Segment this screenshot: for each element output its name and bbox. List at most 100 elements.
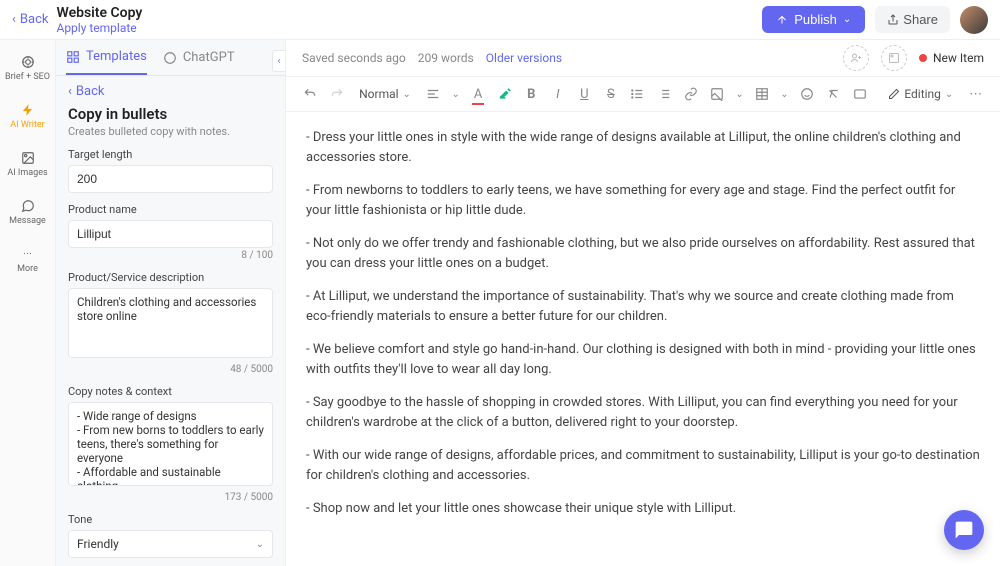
chevron-down-icon: ⌄ — [403, 89, 411, 100]
rail-ai-images[interactable]: AI Images — [4, 144, 52, 184]
chevron-left-icon: ‹ — [12, 12, 16, 27]
clear-format-button[interactable] — [825, 85, 842, 103]
tab-templates[interactable]: Templates — [66, 40, 147, 75]
notes-counter: 173 / 5000 — [68, 492, 273, 503]
tab-label: ChatGPT — [183, 50, 235, 65]
panel-tabs: Templates ChatGPT — [56, 40, 285, 76]
align-button[interactable] — [425, 85, 442, 103]
description-counter: 48 / 5000 — [68, 364, 273, 375]
editor: Saved seconds ago 209 words Older versio… — [286, 40, 1000, 566]
image-icon — [20, 150, 36, 166]
rail-label: Brief + SEO — [5, 72, 50, 82]
pencil-icon — [888, 88, 900, 100]
chevron-left-icon: ‹ — [68, 84, 72, 99]
bullet-line: - We believe comfort and style go hand-i… — [306, 340, 980, 379]
word-count: 209 words — [418, 51, 474, 65]
bullet-line: - At Lilliput, we understand the importa… — [306, 287, 980, 326]
more-icon: ⋯ — [20, 246, 36, 262]
product-name-input[interactable] — [68, 220, 273, 248]
target-length-input[interactable] — [68, 165, 273, 193]
rail-message[interactable]: Message — [4, 192, 52, 232]
bullet-list-button[interactable] — [629, 85, 646, 103]
chevron-down-icon: ⌄ — [843, 14, 851, 25]
image-insert-button[interactable] — [709, 85, 726, 103]
rail-brief-seo[interactable]: Brief + SEO — [4, 48, 52, 88]
rail-ai-writer[interactable]: AI Writer — [4, 96, 52, 136]
sparkle-icon — [163, 51, 177, 65]
add-collaborator-button[interactable] — [843, 45, 869, 71]
red-dot-icon — [919, 54, 927, 62]
publish-label: Publish — [794, 12, 837, 27]
editor-statusbar-right: New Item — [843, 45, 984, 71]
share-label: Share — [903, 12, 938, 27]
style-label: Normal — [359, 87, 398, 101]
help-chat-button[interactable] — [944, 510, 984, 550]
upload-icon — [776, 14, 788, 26]
left-rail: Brief + SEO AI Writer AI Images Message … — [0, 40, 56, 566]
link-button[interactable] — [682, 85, 699, 103]
bullet-line: - Shop now and let your little ones show… — [306, 499, 980, 519]
share-button[interactable]: Share — [875, 6, 950, 33]
table-button[interactable] — [754, 85, 771, 103]
notes-label: Copy notes & context — [68, 385, 273, 398]
chevron-down-icon: ⌄ — [256, 539, 264, 550]
notes-textarea[interactable] — [68, 402, 273, 486]
highlight-button[interactable] — [496, 85, 513, 103]
description-label: Product/Service description — [68, 271, 273, 284]
tab-label: Templates — [86, 49, 147, 64]
older-versions-link[interactable]: Older versions — [486, 51, 562, 65]
tone-select[interactable]: Friendly ⌄ — [68, 530, 273, 558]
chevron-down-icon: ⌄ — [451, 89, 459, 100]
redo-button[interactable] — [329, 85, 346, 103]
back-link[interactable]: ‹ Back — [12, 12, 48, 27]
rail-more[interactable]: ⋯ More — [4, 240, 52, 280]
title-block: Website Copy Apply template — [56, 5, 142, 35]
undo-button[interactable] — [302, 85, 319, 103]
bold-button[interactable]: B — [523, 85, 540, 103]
panel-subheading: Creates bulleted copy with notes. — [68, 125, 273, 138]
font-color-button[interactable]: A — [470, 85, 487, 103]
target-icon — [20, 54, 36, 70]
page-title: Website Copy — [56, 5, 142, 21]
publish-button[interactable]: Publish ⌄ — [762, 6, 865, 33]
target-length-label: Target length — [68, 148, 273, 161]
italic-button[interactable]: I — [550, 85, 567, 103]
bullet-line: - With our wide range of designs, afford… — [306, 446, 980, 485]
chevron-down-icon: ⌄ — [945, 89, 953, 100]
side-panel: Templates ChatGPT ‹ ‹ Back Copy in bulle… — [56, 40, 286, 566]
product-name-counter: 8 / 100 — [68, 250, 273, 261]
more-toolbar-button[interactable]: ⋯ — [967, 85, 984, 103]
grid-icon — [66, 50, 80, 64]
panel-body: ‹ Back Copy in bullets Creates bulleted … — [56, 76, 285, 566]
code-block-button[interactable] — [852, 85, 869, 103]
rail-label: AI Images — [7, 168, 47, 178]
tab-chatgpt[interactable]: ChatGPT — [163, 40, 235, 75]
editor-toolbar: Normal ⌄ ⌄ A B I U S ⌄ ⌄ Editing ⌄ — [286, 76, 1000, 112]
tone-value: Friendly — [77, 537, 119, 551]
panel-back-link[interactable]: ‹ Back — [68, 84, 273, 99]
apply-template-link[interactable]: Apply template — [56, 21, 142, 35]
bullet-line: - From newborns to toddlers to early tee… — [306, 181, 980, 220]
numbered-list-button[interactable] — [656, 85, 673, 103]
product-name-label: Product name — [68, 203, 273, 216]
description-textarea[interactable] — [68, 288, 273, 358]
back-text: Back — [20, 12, 49, 27]
bullet-line: - Not only do we offer trendy and fashio… — [306, 234, 980, 273]
avatar[interactable] — [960, 6, 988, 34]
strikethrough-button[interactable]: S — [603, 85, 620, 103]
underline-button[interactable]: U — [576, 85, 593, 103]
editor-content[interactable]: - Dress your little ones in style with t… — [286, 112, 1000, 566]
new-item-button[interactable]: New Item — [919, 51, 984, 65]
chevron-down-icon: ⌄ — [780, 89, 788, 100]
new-item-label: New Item — [933, 51, 984, 65]
topbar: ‹ Back Website Copy Apply template Publi… — [0, 0, 1000, 40]
emoji-button[interactable] — [799, 85, 816, 103]
collapse-panel-button[interactable]: ‹ — [272, 50, 286, 72]
bullet-line: - Say goodbye to the hassle of shopping … — [306, 393, 980, 432]
mode-select[interactable]: Editing ⌄ — [884, 87, 957, 101]
add-image-button[interactable] — [881, 45, 907, 71]
message-icon — [20, 198, 36, 214]
paragraph-style-select[interactable]: Normal ⌄ — [355, 87, 415, 101]
main: Brief + SEO AI Writer AI Images Message … — [0, 40, 1000, 566]
rail-label: Message — [9, 216, 46, 226]
